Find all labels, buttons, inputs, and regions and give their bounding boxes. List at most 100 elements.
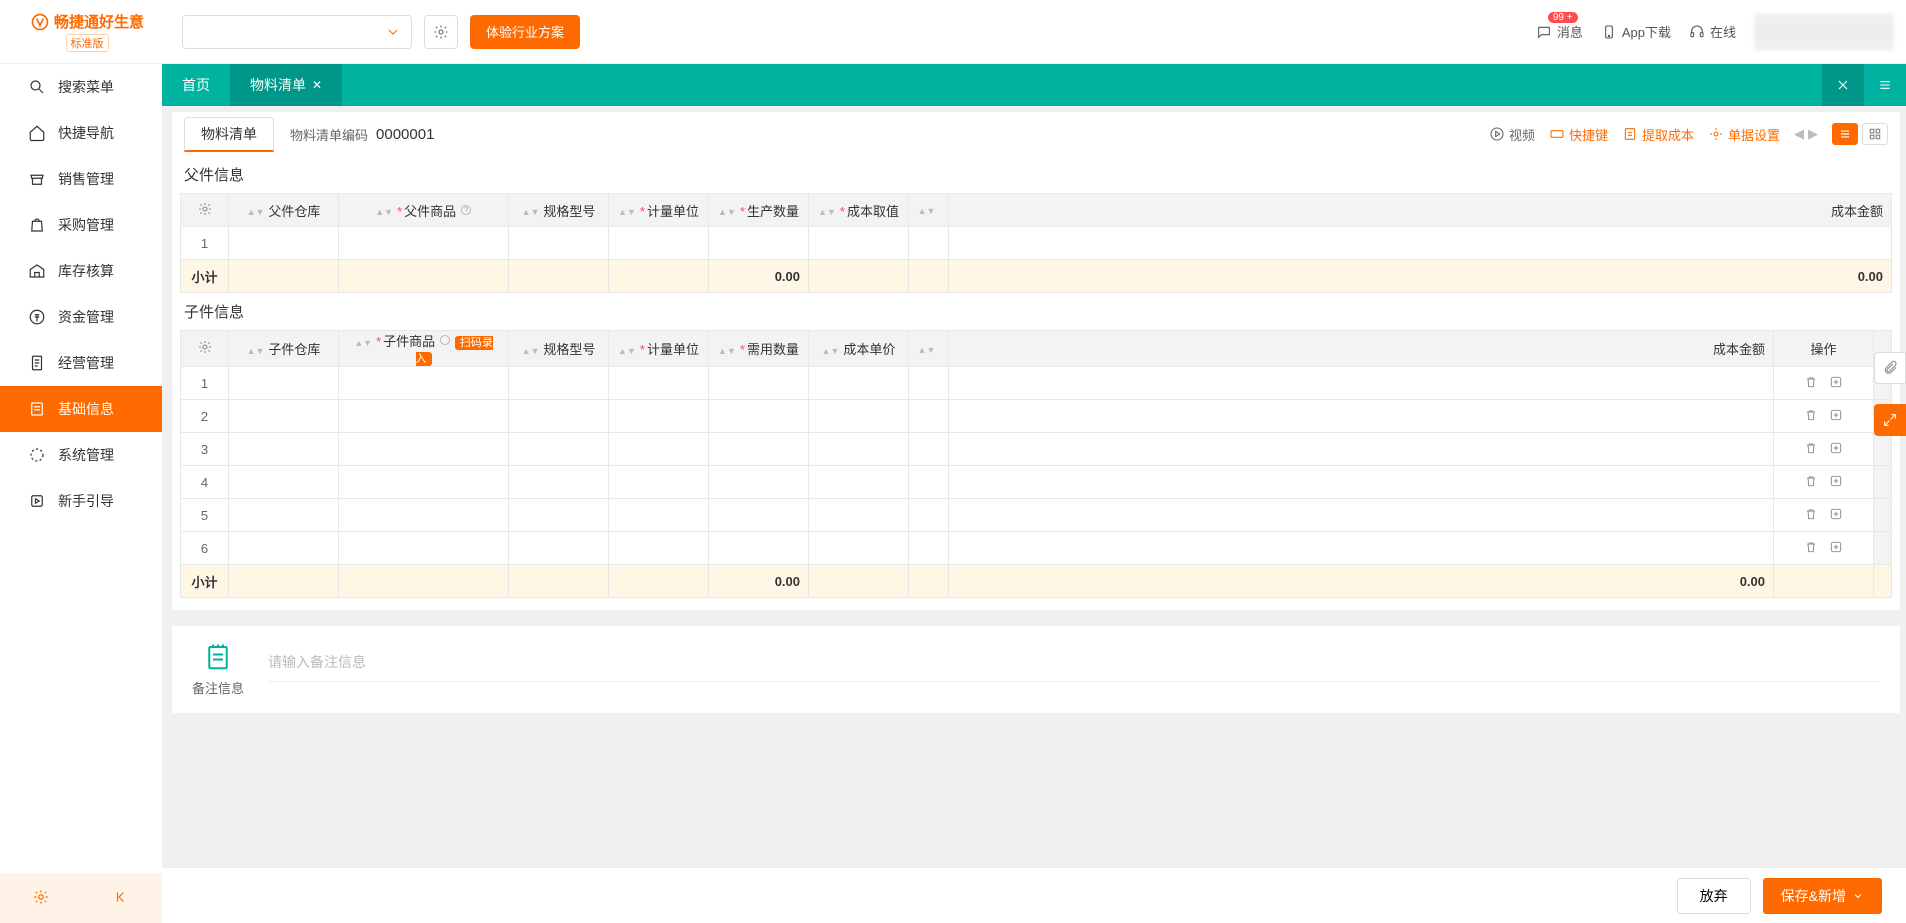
tabs-close-all-button[interactable] [1822, 64, 1864, 106]
delete-row-button[interactable] [1804, 476, 1818, 491]
messages-link[interactable]: 99 + 消息 [1536, 22, 1583, 41]
table-row[interactable]: 1 [181, 227, 1892, 260]
add-row-button[interactable] [1829, 410, 1843, 425]
sidebar-item-basicinfo[interactable]: 基础信息 [0, 386, 162, 432]
sidebar-item-search[interactable]: 搜索菜单 [0, 64, 162, 110]
child-col-qty[interactable]: ▲▼*需用数量 [709, 331, 809, 367]
shop-icon [28, 170, 46, 188]
parent-col-goods[interactable]: ▲▼*父件商品 [339, 194, 509, 227]
sidebar-item-funds[interactable]: 资金管理 [0, 294, 162, 340]
child-col-amount[interactable]: 成本金额 [949, 331, 1774, 367]
doc-tab-bom[interactable]: 物料清单 [184, 117, 274, 152]
tabs-more-button[interactable] [1864, 64, 1906, 106]
headset-icon [1689, 24, 1705, 40]
sidebar-item-business[interactable]: 经营管理 [0, 340, 162, 386]
delete-row-button[interactable] [1804, 410, 1818, 425]
subtotal-row: 小计0.000.00 [181, 260, 1892, 293]
delete-row-button[interactable] [1804, 509, 1818, 524]
gear-icon [197, 201, 213, 217]
parent-col-warehouse[interactable]: ▲▼父件仓库 [229, 194, 339, 227]
delete-row-button[interactable] [1804, 377, 1818, 392]
tab-bom[interactable]: 物料清单 ✕ [230, 64, 342, 106]
parent-col-unit[interactable]: ▲▼*计量单位 [609, 194, 709, 227]
online-support-link[interactable]: 在线 [1689, 22, 1736, 41]
tabs-bar: 首页 物料清单 ✕ [162, 64, 1906, 106]
sidebar-collapse-button[interactable] [113, 888, 131, 909]
child-col-gear[interactable] [181, 331, 229, 367]
notes-icon [203, 642, 233, 672]
next-doc-button[interactable]: ▶ [1808, 126, 1818, 142]
delete-row-button[interactable] [1804, 443, 1818, 458]
table-row[interactable]: 1 [181, 367, 1892, 400]
add-row-button[interactable] [1829, 509, 1843, 524]
experience-button[interactable]: 体验行业方案 [470, 15, 580, 49]
sidebar-item-purchase[interactable]: 采购管理 [0, 202, 162, 248]
prev-doc-button[interactable]: ◀ [1794, 126, 1804, 142]
shortcut-link[interactable]: 快捷键 [1549, 125, 1608, 144]
delete-row-button[interactable] [1804, 542, 1818, 557]
sidebar-item-sales[interactable]: 销售管理 [0, 156, 162, 202]
plus-icon [1829, 408, 1843, 422]
app-edition-badge: 标准版 [66, 34, 109, 52]
keyboard-icon [1549, 126, 1565, 142]
parent-col-costmode[interactable]: ▲▼*成本取值 [809, 194, 909, 227]
attachment-tab[interactable] [1874, 352, 1906, 384]
gear-icon [32, 888, 50, 906]
sidebar-item-inventory[interactable]: 库存核算 [0, 248, 162, 294]
parent-col-qty[interactable]: ▲▼*生产数量 [709, 194, 809, 227]
child-col-spec[interactable]: ▲▼规格型号 [509, 331, 609, 367]
child-section-title: 子件信息 [184, 301, 1888, 322]
parent-section-title: 父件信息 [184, 164, 1888, 185]
parent-col-amount[interactable]: 成本金额 [949, 194, 1892, 227]
list-view-button[interactable] [1832, 123, 1858, 145]
tab-home[interactable]: 首页 [162, 64, 230, 106]
logo-icon [30, 12, 50, 32]
footer-bar: 放弃 保存&新增 [162, 867, 1906, 923]
add-row-button[interactable] [1829, 476, 1843, 491]
user-avatar[interactable] [1754, 14, 1894, 50]
table-row[interactable]: 6 [181, 532, 1892, 565]
sidebar-item-quicknav[interactable]: 快捷导航 [0, 110, 162, 156]
expand-tab[interactable] [1874, 404, 1906, 436]
parent-col-spec[interactable]: ▲▼规格型号 [509, 194, 609, 227]
money-icon [28, 308, 46, 326]
company-dropdown[interactable] [182, 15, 412, 49]
child-col-unit[interactable]: ▲▼*计量单位 [609, 331, 709, 367]
video-link[interactable]: 视频 [1489, 125, 1535, 144]
help-icon [460, 204, 472, 216]
child-col-unitcost[interactable]: ▲▼成本单价 [809, 331, 909, 367]
header-settings-button[interactable] [424, 15, 458, 49]
remarks-card: 备注信息 [172, 626, 1900, 713]
app-download-link[interactable]: App下载 [1601, 22, 1671, 41]
table-row[interactable]: 4 [181, 466, 1892, 499]
add-row-button[interactable] [1829, 377, 1843, 392]
child-col-empty[interactable]: ▲▼ [909, 331, 949, 367]
doc-settings-link[interactable]: 单据设置 [1708, 125, 1780, 144]
parent-col-empty[interactable]: ▲▼ [909, 194, 949, 227]
guide-icon [28, 492, 46, 510]
card-view-button[interactable] [1862, 123, 1888, 145]
save-and-new-button[interactable]: 保存&新增 [1763, 878, 1882, 914]
subtotal-row: 小计0.000.00 [181, 565, 1892, 598]
help-icon [439, 334, 451, 346]
close-tab-icon[interactable]: ✕ [312, 78, 322, 92]
child-col-warehouse[interactable]: ▲▼子件仓库 [229, 331, 339, 367]
sidebar-item-guide[interactable]: 新手引导 [0, 478, 162, 524]
child-col-goods[interactable]: ▲▼*子件商品 扫码录入 [339, 331, 509, 367]
table-row[interactable]: 5 [181, 499, 1892, 532]
chat-icon [1536, 24, 1552, 40]
sidebar-item-system[interactable]: 系统管理 [0, 432, 162, 478]
remarks-input[interactable] [268, 642, 1880, 682]
table-row[interactable]: 2 [181, 400, 1892, 433]
main-area: 首页 物料清单 ✕ 物料清单 物料清单编码 0000001 [162, 64, 1906, 923]
plus-icon [1829, 540, 1843, 554]
menu-icon [1877, 77, 1893, 93]
add-row-button[interactable] [1829, 443, 1843, 458]
info-icon [28, 400, 46, 418]
parent-col-gear[interactable] [181, 194, 229, 227]
add-row-button[interactable] [1829, 542, 1843, 557]
cancel-button[interactable]: 放弃 [1677, 878, 1751, 914]
table-row[interactable]: 3 [181, 433, 1892, 466]
extract-cost-link[interactable]: 提取成本 [1622, 125, 1694, 144]
sidebar-settings-button[interactable] [32, 888, 50, 909]
